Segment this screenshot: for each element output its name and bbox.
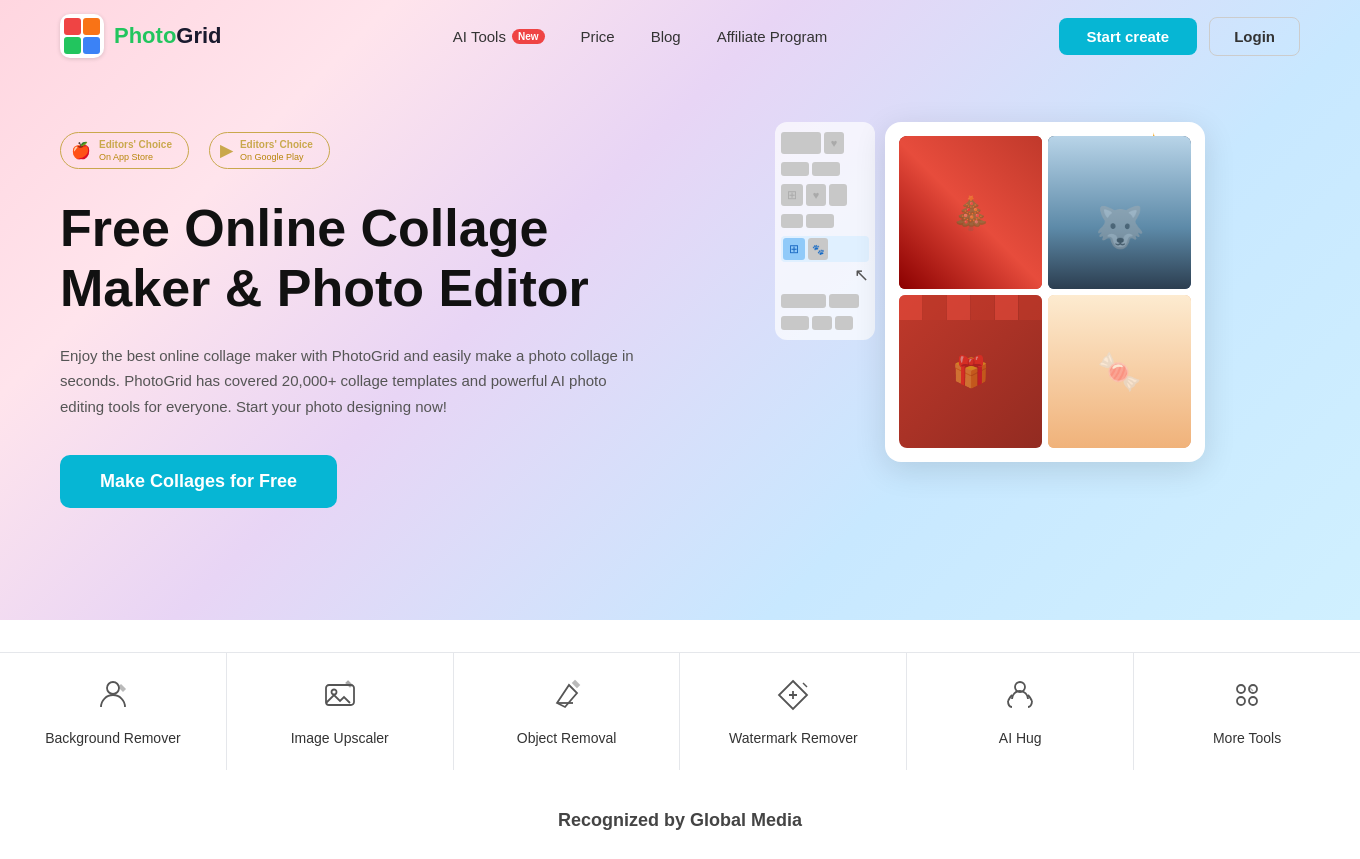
tool-label-2: Object Removal	[517, 730, 617, 746]
nav-ai-tools[interactable]: AI Tools New	[453, 28, 545, 45]
svg-point-0	[107, 682, 119, 694]
header-actions: Start create Login	[1059, 17, 1300, 56]
apple-icon: 🍎	[71, 141, 91, 160]
tool-object-removal[interactable]: Object Removal	[454, 653, 681, 770]
logo-icon	[60, 14, 104, 58]
tool-label-0: Background Remover	[45, 730, 180, 746]
tool-label-5: More Tools	[1213, 730, 1281, 746]
template-picker: ♥ ⊞ ♥ ⊞ 🐾	[775, 122, 875, 340]
tool-label-4: AI Hug	[999, 730, 1042, 746]
watermark-icon	[775, 677, 811, 720]
main-nav: AI Tools New Price Blog Affiliate Progra…	[453, 28, 827, 45]
new-badge: New	[512, 29, 545, 44]
tool-background-remover[interactable]: Background Remover	[0, 653, 227, 770]
tool-image-upscaler[interactable]: Image Upscaler	[227, 653, 454, 770]
tool-label-1: Image Upscaler	[291, 730, 389, 746]
hero-left: 🍎 Editors' Choice On App Store ▶ Editors…	[60, 112, 680, 508]
tool-ai-hug[interactable]: AI Hug	[907, 653, 1134, 770]
hug-icon	[1002, 677, 1038, 720]
nav-affiliate[interactable]: Affiliate Program	[717, 28, 828, 45]
tool-more-tools[interactable]: More Tools	[1134, 653, 1360, 770]
login-button[interactable]: Login	[1209, 17, 1300, 56]
recognized-section: Recognized by Global Media	[0, 770, 1360, 851]
hero-description: Enjoy the best online collage maker with…	[60, 343, 640, 420]
image-icon	[322, 677, 358, 720]
person-icon	[95, 677, 131, 720]
badges-row: 🍎 Editors' Choice On App Store ▶ Editors…	[60, 132, 680, 169]
google-play-icon: ▶	[220, 141, 232, 160]
logo-text: PhotoGrid	[114, 23, 222, 49]
tool-watermark-remover[interactable]: Watermark Remover	[680, 653, 907, 770]
hero-section: 🍎 Editors' Choice On App Store ▶ Editors…	[0, 72, 1360, 652]
svg-point-7	[1249, 697, 1257, 705]
svg-point-6	[1237, 697, 1245, 705]
tool-label-3: Watermark Remover	[729, 730, 858, 746]
make-collages-button[interactable]: Make Collages for Free	[60, 455, 337, 508]
badge-apple: 🍎 Editors' Choice On App Store	[60, 132, 189, 169]
eraser-icon	[549, 677, 585, 720]
start-create-button[interactable]: Start create	[1059, 18, 1198, 55]
hero-right: ♥ ⊞ ♥ ⊞ 🐾	[680, 112, 1300, 462]
photo-collage: ✦ ✦ ✦ ✦ ✦ ✦ ✦ ✦ 🎄 �	[885, 122, 1205, 462]
more-icon	[1229, 677, 1265, 720]
logo[interactable]: PhotoGrid	[60, 14, 222, 58]
nav-price[interactable]: Price	[581, 28, 615, 45]
recognized-label: Recognized by Global Media	[558, 810, 802, 830]
nav-blog[interactable]: Blog	[651, 28, 681, 45]
svg-point-4	[1237, 685, 1245, 693]
hero-title: Free Online Collage Maker & Photo Editor	[60, 199, 680, 319]
badge-google: ▶ Editors' Choice On Google Play	[209, 132, 330, 169]
tools-strip: Background Remover Image Upscaler Object…	[0, 652, 1360, 770]
